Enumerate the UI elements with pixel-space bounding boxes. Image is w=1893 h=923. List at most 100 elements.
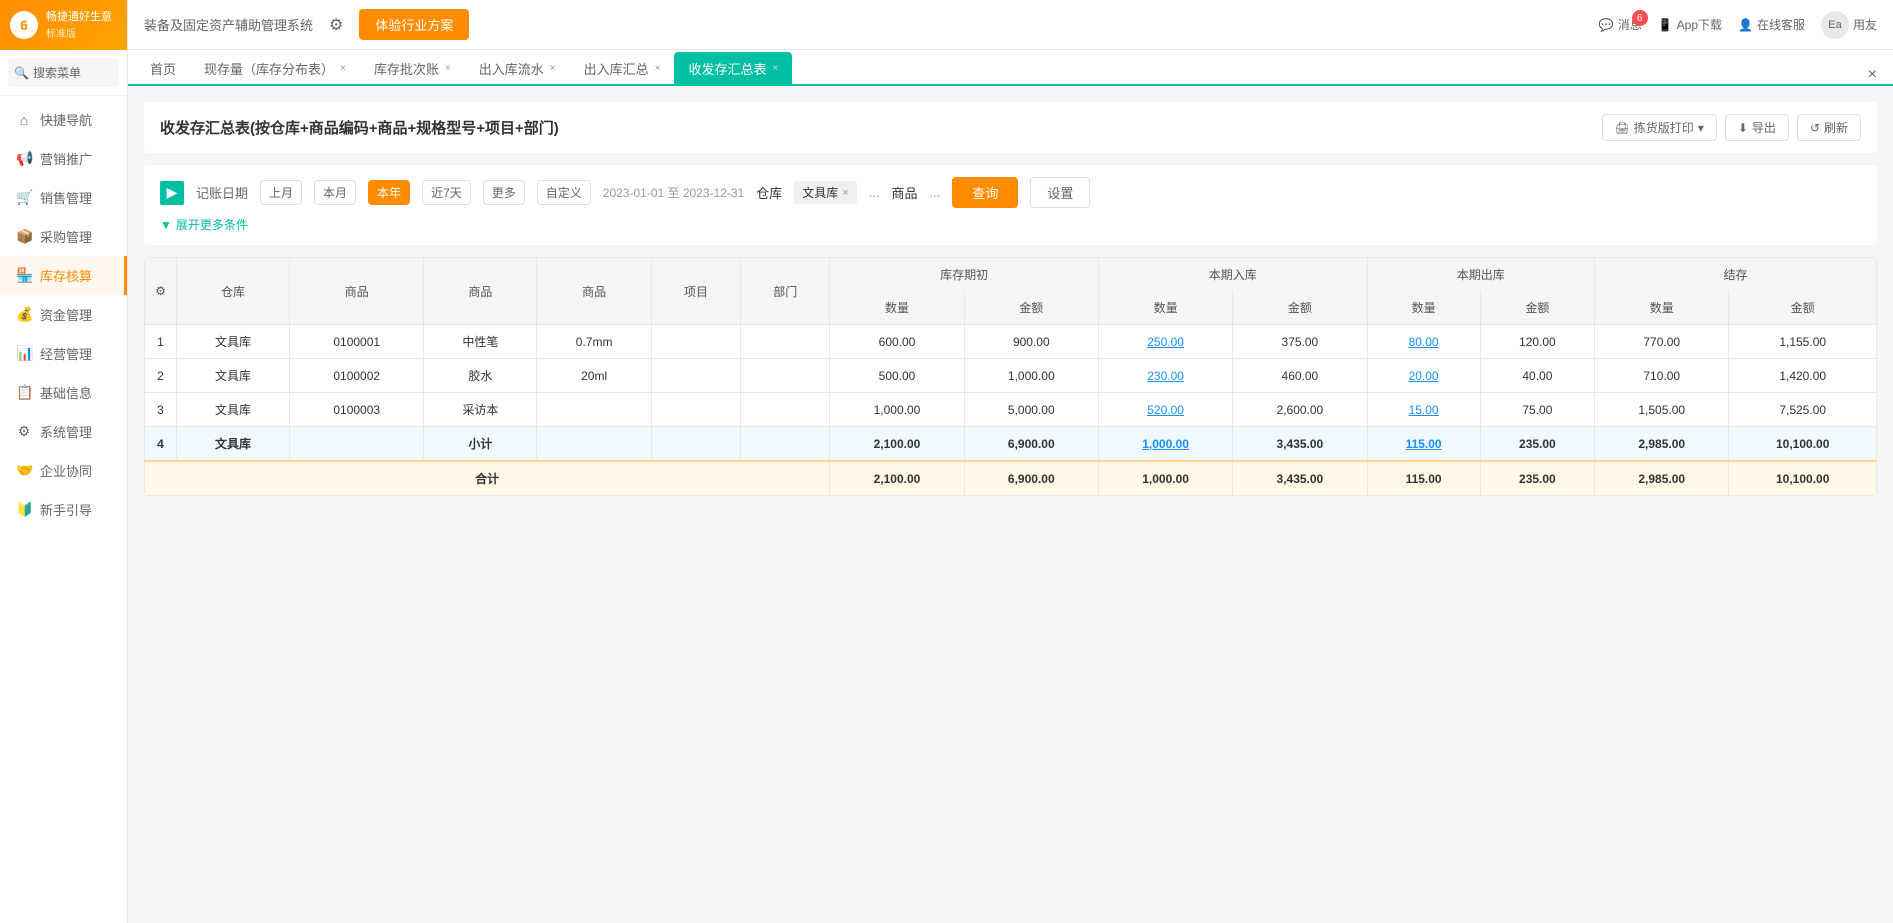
row-opening-amt: 5,000.00 xyxy=(964,393,1098,427)
sidebar-item-inventory[interactable]: 🏪 库存核算 xyxy=(0,256,127,295)
user-menu-button[interactable]: Ea 用友 xyxy=(1821,11,1877,39)
date-btn-custom[interactable]: 自定义 xyxy=(537,180,591,205)
sidebar-item-finance[interactable]: 💰 资金管理 xyxy=(0,295,127,334)
filter-toggle-button[interactable]: ▶ xyxy=(160,181,184,205)
refresh-icon: ↺ xyxy=(1810,121,1820,135)
tab-close-in-out-flow[interactable]: × xyxy=(550,63,556,74)
sidebar-logo: 6 xyxy=(10,11,38,39)
tab-close-batch[interactable]: × xyxy=(445,63,451,74)
online-service-button[interactable]: 👤 在线客服 xyxy=(1738,16,1805,33)
export-button[interactable]: ⬇ 导出 xyxy=(1725,114,1789,141)
date-btn-7days[interactable]: 近7天 xyxy=(422,180,471,205)
col-goods-code-header: 商品 xyxy=(290,258,424,325)
row-warehouse: 文具库 xyxy=(177,393,290,427)
footer-opening-amt: 6,900.00 xyxy=(964,461,1098,496)
sidebar: 6 畅捷通好生意 标准版 🔍 搜索菜单 ⌂ 快捷导航 📢 营销推广 🛒 销售管理… xyxy=(0,0,128,923)
sidebar-search-area: 🔍 搜索菜单 xyxy=(0,50,127,96)
date-btn-more[interactable]: 更多 xyxy=(483,180,525,205)
table-row: 3文具库0100003采访本1,000.005,000.00520.002,60… xyxy=(145,393,1877,427)
query-button[interactable]: 查询 xyxy=(952,177,1018,208)
tab-close-collect-summary[interactable]: × xyxy=(772,63,778,74)
tab-collect-summary[interactable]: 收发存汇总表 × xyxy=(674,52,792,84)
tab-in-out-summary[interactable]: 出入库汇总 × xyxy=(570,52,675,84)
search-menu-button[interactable]: 🔍 搜索菜单 xyxy=(8,58,119,87)
row-opening-qty: 600.00 xyxy=(830,325,964,359)
settings-filter-button[interactable]: 设置 xyxy=(1030,177,1090,208)
row-dept xyxy=(741,325,830,359)
message-button[interactable]: 💬 消息 6 xyxy=(1599,16,1642,33)
date-btn-this-month[interactable]: 本月 xyxy=(314,180,356,205)
close-all-tabs-button[interactable]: × xyxy=(1860,66,1885,84)
col-goods-name-header: 商品 xyxy=(424,258,537,325)
footer-in-qty: 1,000.00 xyxy=(1098,461,1232,496)
goods-more-button[interactable]: ... xyxy=(930,185,941,200)
sidebar-header: 6 畅捷通好生意 标准版 xyxy=(0,0,127,50)
row-balance-amt: 1,155.00 xyxy=(1729,325,1877,359)
warehouse-more-button[interactable]: ... xyxy=(869,185,880,200)
row-in-qty[interactable]: 250.00 xyxy=(1098,325,1232,359)
date-btn-last-month[interactable]: 上月 xyxy=(260,180,302,205)
sidebar-item-quick-nav[interactable]: ⌂ 快捷导航 xyxy=(0,100,127,139)
row-goods-code: 0100002 xyxy=(290,359,424,393)
row-in-amt: 3,435.00 xyxy=(1233,427,1367,462)
row-in-qty[interactable]: 230.00 xyxy=(1098,359,1232,393)
row-out-qty[interactable]: 20.00 xyxy=(1367,359,1480,393)
row-out-amt: 40.00 xyxy=(1480,359,1594,393)
col-in-header: 本期入库 xyxy=(1098,258,1367,292)
col-out-amt: 金额 xyxy=(1480,291,1594,325)
sidebar-item-purchase[interactable]: 📦 采购管理 xyxy=(0,217,127,256)
print-button[interactable]: 🖨 拣货版打印 ▾ xyxy=(1602,114,1717,141)
col-settings[interactable]: ⚙ xyxy=(145,258,177,325)
sidebar-item-basic[interactable]: 📋 基础信息 xyxy=(0,373,127,412)
tab-close-stock-dist[interactable]: × xyxy=(340,63,346,74)
row-in-amt: 2,600.00 xyxy=(1233,393,1367,427)
date-btn-this-year[interactable]: 本年 xyxy=(368,180,410,205)
trial-button[interactable]: 体验行业方案 xyxy=(359,9,469,40)
tab-batch[interactable]: 库存批次账 × xyxy=(360,52,465,84)
sidebar-item-system[interactable]: ⚙ 系统管理 xyxy=(0,412,127,451)
table-row: 4文具库小计2,100.006,900.001,000.003,435.0011… xyxy=(145,427,1877,462)
sidebar-item-marketing[interactable]: 📢 营销推广 xyxy=(0,139,127,178)
tab-stock-dist[interactable]: 现存量（库存分布表） × xyxy=(190,52,360,84)
row-warehouse: 文具库 xyxy=(177,325,290,359)
page-header: 收发存汇总表(按仓库+商品编码+商品+规格型号+项目+部门) 🖨 拣货版打印 ▾… xyxy=(144,102,1877,153)
warehouse-tag-close[interactable]: × xyxy=(842,187,848,199)
col-balance-qty: 数量 xyxy=(1595,291,1729,325)
row-out-amt: 120.00 xyxy=(1480,325,1594,359)
col-in-qty: 数量 xyxy=(1098,291,1232,325)
settings-button[interactable]: ⚙ xyxy=(325,11,347,39)
row-in-amt: 460.00 xyxy=(1233,359,1367,393)
row-out-qty[interactable]: 15.00 xyxy=(1367,393,1480,427)
row-out-qty[interactable]: 115.00 xyxy=(1367,427,1480,462)
row-opening-qty: 2,100.00 xyxy=(830,427,964,462)
row-out-qty[interactable]: 80.00 xyxy=(1367,325,1480,359)
sidebar-item-coop[interactable]: 🤝 企业协同 xyxy=(0,451,127,490)
date-range-display: 2023-01-01 至 2023-12-31 xyxy=(603,184,744,201)
quick-nav-icon: ⌂ xyxy=(16,112,32,128)
system-name-label: 装备及固定资产辅助管理系统 xyxy=(144,15,313,34)
row-out-amt: 235.00 xyxy=(1480,427,1594,462)
row-opening-amt: 6,900.00 xyxy=(964,427,1098,462)
row-in-qty[interactable]: 520.00 xyxy=(1098,393,1232,427)
row-balance-amt: 7,525.00 xyxy=(1729,393,1877,427)
sidebar-item-operations[interactable]: 📊 经营管理 xyxy=(0,334,127,373)
row-goods-name: 采访本 xyxy=(424,393,537,427)
tab-in-out-flow[interactable]: 出入库流水 × xyxy=(465,52,570,84)
row-balance-qty: 710.00 xyxy=(1595,359,1729,393)
refresh-button[interactable]: ↺ 刷新 xyxy=(1797,114,1861,141)
row-balance-amt: 1,420.00 xyxy=(1729,359,1877,393)
topbar-right: 💬 消息 6 📱 App下载 👤 在线客服 Ea 用友 xyxy=(1599,11,1877,39)
finance-icon: 💰 xyxy=(16,306,32,323)
app-download-button[interactable]: 📱 App下载 xyxy=(1658,16,1722,33)
expand-conditions-button[interactable]: ▼ 展开更多条件 xyxy=(160,216,1861,233)
tab-home[interactable]: 首页 xyxy=(136,52,190,84)
goods-filter-label: 商品 xyxy=(892,183,918,202)
row-in-qty[interactable]: 1,000.00 xyxy=(1098,427,1232,462)
guide-icon: 🔰 xyxy=(16,501,32,518)
tab-close-in-out-summary[interactable]: × xyxy=(655,63,661,74)
row-project xyxy=(651,393,740,427)
table-row: 1文具库0100001中性笔0.7mm600.00900.00250.00375… xyxy=(145,325,1877,359)
sidebar-item-guide[interactable]: 🔰 新手引导 xyxy=(0,490,127,529)
sidebar-item-sales[interactable]: 🛒 销售管理 xyxy=(0,178,127,217)
table-body: 1文具库0100001中性笔0.7mm600.00900.00250.00375… xyxy=(145,325,1877,462)
